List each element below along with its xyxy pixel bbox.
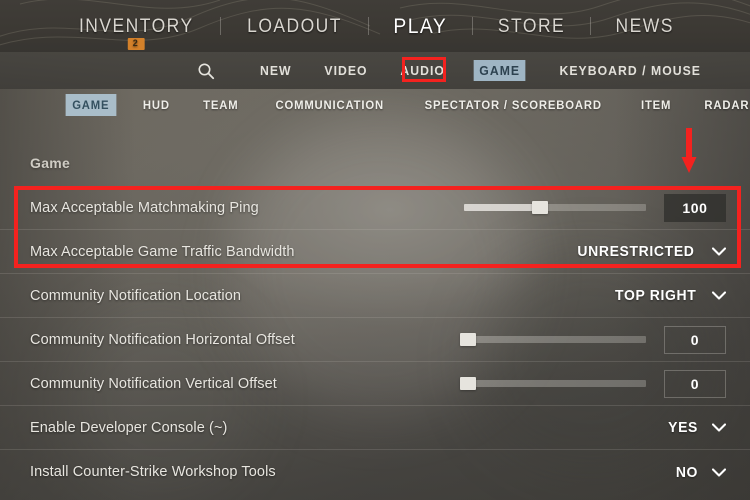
community-notification-location-dropdown[interactable]: TOP RIGHT (612, 287, 726, 304)
top-nav-item-play[interactable]: PLAY (373, 16, 467, 37)
chevron-down-icon (712, 467, 726, 477)
slider-fill (464, 204, 541, 211)
dropdown-value: NO (675, 463, 699, 481)
setting-control: 0 (460, 369, 726, 398)
setting-label: Community Notification Horizontal Offset (30, 331, 295, 348)
matchmaking-ping-value[interactable]: 100 (664, 193, 726, 222)
tab-communication[interactable]: COMMUNICATION (269, 94, 391, 116)
search-icon[interactable] (197, 62, 215, 80)
setting-control: YES (667, 419, 726, 436)
setting-control: TOP RIGHT (612, 287, 726, 304)
nav-divider (220, 17, 222, 35)
tab-radar[interactable]: RADAR (698, 94, 750, 116)
setting-label: Install Counter-Strike Workshop Tools (30, 464, 276, 480)
setting-control: 100 (464, 193, 726, 222)
install-workshop-tools-dropdown[interactable]: NO (675, 464, 726, 481)
game-traffic-bandwidth-dropdown[interactable]: UNRESTRICTED (573, 243, 726, 260)
slider-handle[interactable] (460, 377, 476, 390)
setting-row-community-notification-location[interactable]: Community Notification Location TOP RIGH… (0, 274, 750, 318)
tab-hud[interactable]: HUD (136, 94, 176, 116)
setting-row-enable-developer-console[interactable]: Enable Developer Console (~) YES (0, 406, 750, 450)
tab-game[interactable]: GAME (65, 94, 117, 116)
setting-label: Max Acceptable Game Traffic Bandwidth (30, 243, 295, 260)
setting-label: Max Acceptable Matchmaking Ping (30, 199, 259, 216)
game-settings-screen: INVENTORY 2 LOADOUT PLAY STORE NEWS NEW … (0, 0, 750, 500)
sub-nav-item-new[interactable]: NEW (254, 60, 297, 81)
top-nav-item-inventory[interactable]: INVENTORY 2 (58, 15, 213, 51)
top-nav-item-loadout[interactable]: LOADOUT (227, 17, 362, 36)
setting-label: Community Notification Vertical Offset (30, 375, 277, 392)
nav-divider (471, 17, 473, 35)
setting-row-install-workshop-tools[interactable]: Install Counter-Strike Workshop Tools NO (0, 450, 750, 494)
slider-handle[interactable] (532, 201, 549, 214)
nav-divider (589, 17, 591, 35)
chevron-down-icon (712, 291, 726, 300)
matchmaking-ping-slider[interactable] (464, 201, 646, 214)
tab-item[interactable]: ITEM (634, 94, 677, 116)
setting-row-max-acceptable-matchmaking-ping[interactable]: Max Acceptable Matchmaking Ping 100 (0, 186, 750, 230)
dropdown-value: UNRESTRICTED (577, 243, 695, 260)
setting-control: UNRESTRICTED (573, 243, 726, 260)
dropdown-value: YES (667, 419, 698, 436)
slider-handle[interactable] (460, 333, 476, 346)
horizontal-offset-value[interactable]: 0 (664, 325, 726, 354)
sub-nav-item-keyboard-mouse[interactable]: KEYBOARD / MOUSE (554, 60, 707, 81)
annotation-arrow-down-icon (681, 128, 697, 173)
enable-developer-console-dropdown[interactable]: YES (667, 419, 726, 436)
chevron-down-icon (712, 423, 726, 432)
settings-list: Max Acceptable Matchmaking Ping 100 Max … (0, 186, 750, 494)
setting-control: NO (675, 464, 726, 481)
vertical-offset-slider[interactable] (460, 377, 646, 390)
sub-nav-item-game[interactable]: GAME (473, 60, 526, 81)
dropdown-value: TOP RIGHT (614, 287, 696, 304)
sub-nav-item-video[interactable]: VIDEO (318, 60, 372, 81)
setting-row-community-notification-horizontal-offset[interactable]: Community Notification Horizontal Offset… (0, 318, 750, 362)
setting-label: Community Notification Location (30, 287, 242, 304)
settings-sub-navigation: NEW VIDEO AUDIO GAME KEYBOARD / MOUSE (0, 52, 750, 89)
setting-row-community-notification-vertical-offset[interactable]: Community Notification Vertical Offset 0 (0, 362, 750, 406)
tab-spectator-scoreboard[interactable]: SPECTATOR / SCOREBOARD (418, 94, 608, 116)
top-nav-item-news[interactable]: NEWS (595, 17, 694, 36)
section-title: Game (30, 155, 71, 171)
top-navigation: INVENTORY 2 LOADOUT PLAY STORE NEWS (0, 0, 750, 52)
setting-label: Enable Developer Console (~) (30, 419, 228, 436)
top-nav-item-store[interactable]: STORE (477, 17, 585, 36)
setting-control: 0 (460, 325, 726, 354)
chevron-down-icon (712, 247, 726, 256)
sub-nav-item-audio[interactable]: AUDIO (394, 60, 450, 81)
horizontal-offset-slider[interactable] (460, 333, 646, 346)
top-nav-label: INVENTORY (78, 15, 194, 37)
nav-divider (368, 17, 370, 35)
vertical-offset-value[interactable]: 0 (664, 369, 726, 398)
setting-row-max-acceptable-game-traffic-bandwidth[interactable]: Max Acceptable Game Traffic Bandwidth UN… (0, 230, 750, 274)
settings-tab-strip: GAME HUD TEAM COMMUNICATION SPECTATOR / … (0, 89, 750, 121)
tab-team[interactable]: TEAM (197, 94, 246, 116)
inventory-badge: 2 (127, 37, 145, 51)
